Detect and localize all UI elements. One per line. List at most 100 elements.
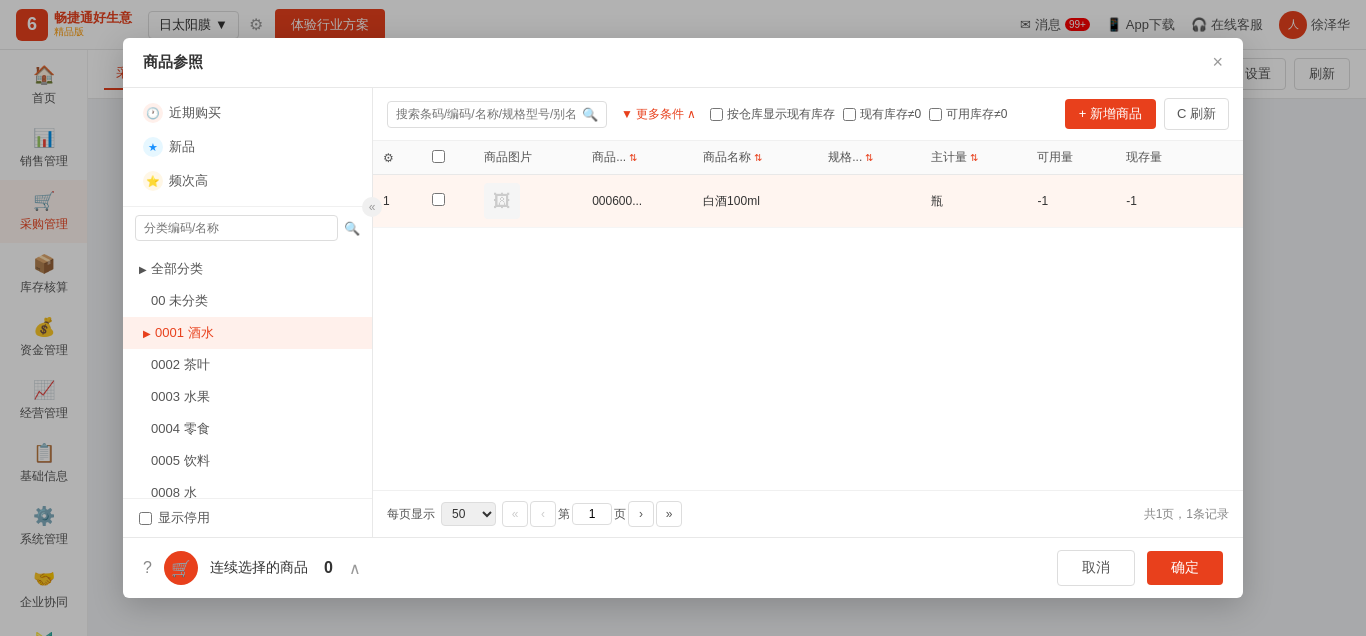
show-disabled-label: 显示停用 bbox=[158, 509, 210, 527]
category-tree: ▶ 全部分类 00 未分类 ▶ 0001 酒水 0002 茶叶 0003 水果 bbox=[123, 249, 372, 498]
th-code[interactable]: 商品... ⇅ bbox=[582, 141, 693, 175]
cart-count: 0 bbox=[324, 559, 333, 577]
th-unit[interactable]: 主计量 ⇅ bbox=[921, 141, 1027, 175]
th-unit-label: 主计量 bbox=[931, 149, 967, 166]
cart-icon: 🛒 bbox=[171, 559, 191, 578]
quick-item-freq[interactable]: ⭐ 频次高 bbox=[135, 164, 360, 198]
quick-access: 🕐 近期购买 ★ 新品 ⭐ 频次高 bbox=[123, 88, 372, 207]
checkbox-stock-ne0[interactable] bbox=[843, 108, 856, 121]
new-label: 新品 bbox=[169, 138, 195, 156]
tree-label-6: 0008 水 bbox=[151, 484, 197, 498]
tree-item-0[interactable]: 00 未分类 bbox=[123, 285, 372, 317]
checkbox-by-warehouse[interactable] bbox=[710, 108, 723, 121]
th-check bbox=[422, 141, 474, 175]
sort-icon-unit: ⇅ bbox=[970, 152, 978, 163]
page-label: 第 bbox=[558, 506, 570, 523]
search-icon[interactable]: 🔍 bbox=[582, 107, 598, 122]
tree-item-2[interactable]: 0002 茶叶 bbox=[123, 349, 372, 381]
tree-item-3[interactable]: 0003 水果 bbox=[123, 381, 372, 413]
product-reference-modal: 商品参照 × 🕐 近期购买 ★ 新品 ⭐ 频次高 bbox=[123, 38, 1243, 598]
table-head: ⚙ 商品图片 商品... ⇅ bbox=[373, 141, 1243, 175]
modal-overlay: 商品参照 × 🕐 近期购买 ★ 新品 ⭐ 频次高 bbox=[0, 0, 1366, 636]
cart-label: 连续选择的商品 bbox=[210, 559, 308, 577]
last-page-btn[interactable]: » bbox=[656, 501, 682, 527]
first-page-btn[interactable]: « bbox=[502, 501, 528, 527]
cart-button[interactable]: 🛒 bbox=[164, 551, 198, 585]
prev-page-btn[interactable]: ‹ bbox=[530, 501, 556, 527]
th-code-label: 商品... bbox=[592, 149, 626, 166]
left-panel: 🕐 近期购买 ★ 新品 ⭐ 频次高 « bbox=[123, 88, 373, 537]
th-stock-label: 现存量 bbox=[1126, 150, 1162, 164]
cell-stock: -1 bbox=[1116, 175, 1243, 228]
tree-item-1[interactable]: ▶ 0001 酒水 bbox=[123, 317, 372, 349]
product-table: ⚙ 商品图片 商品... ⇅ bbox=[373, 141, 1243, 228]
checkbox-stock-ne0-label[interactable]: 现有库存≠0 bbox=[843, 106, 921, 123]
table-row[interactable]: 1 🖼 000600... 白酒100ml 瓶 -1 -1 bbox=[373, 175, 1243, 228]
table-header-row: ⚙ 商品图片 商品... ⇅ bbox=[373, 141, 1243, 175]
sort-icon-name: ⇅ bbox=[754, 152, 762, 163]
filter-label: 更多条件 bbox=[636, 106, 684, 123]
tree-item-6[interactable]: 0008 水 bbox=[123, 477, 372, 498]
checkbox-avail-ne0[interactable] bbox=[929, 108, 942, 121]
recent-icon: 🕐 bbox=[143, 103, 163, 123]
select-all-checkbox[interactable] bbox=[432, 150, 445, 163]
th-name[interactable]: 商品名称 ⇅ bbox=[693, 141, 818, 175]
th-stock: 现存量 bbox=[1116, 141, 1243, 175]
tree-item-5[interactable]: 0005 饮料 bbox=[123, 445, 372, 477]
category-search-icon[interactable]: 🔍 bbox=[344, 221, 360, 236]
show-disabled-checkbox[interactable] bbox=[139, 512, 152, 525]
th-img: 商品图片 bbox=[474, 141, 582, 175]
tree-label-4: 0004 零食 bbox=[151, 420, 210, 438]
modal-title: 商品参照 bbox=[143, 53, 203, 72]
product-search-input[interactable] bbox=[396, 107, 578, 121]
checkbox-stock-ne0-text: 现有库存≠0 bbox=[860, 106, 921, 123]
confirm-btn[interactable]: 确定 bbox=[1147, 551, 1223, 585]
cell-code: 000600... bbox=[582, 175, 693, 228]
collapse-panel-button[interactable]: « bbox=[362, 197, 382, 217]
th-spec[interactable]: 规格... ⇅ bbox=[818, 141, 921, 175]
checkbox-by-warehouse-label[interactable]: 按仓库显示现有库存 bbox=[710, 106, 835, 123]
page-input[interactable] bbox=[572, 503, 612, 525]
tree-item-all[interactable]: ▶ 全部分类 bbox=[123, 253, 372, 285]
cell-name: 白酒100ml bbox=[693, 175, 818, 228]
modal-footer: ? 🛒 连续选择的商品 0 ∧ 取消 确定 bbox=[123, 537, 1243, 598]
per-page-label: 每页显示 bbox=[387, 506, 435, 523]
per-page-select[interactable]: 50 10 20 100 bbox=[441, 502, 496, 526]
pagination: 每页显示 50 10 20 100 « ‹ 第 页 › » bbox=[373, 490, 1243, 537]
modal-header: 商品参照 × bbox=[123, 38, 1243, 88]
recent-label: 近期购买 bbox=[169, 104, 221, 122]
cell-unit: 瓶 bbox=[921, 175, 1027, 228]
quick-item-recent[interactable]: 🕐 近期购买 bbox=[135, 96, 360, 130]
toolbar: 🔍 ▼ 更多条件 ∧ 按仓库显示现有库存 现有库存≠0 bbox=[373, 88, 1243, 141]
row-checkbox[interactable] bbox=[432, 193, 445, 206]
quick-item-new[interactable]: ★ 新品 bbox=[135, 130, 360, 164]
modal-close-button[interactable]: × bbox=[1212, 52, 1223, 73]
checkbox-avail-ne0-label[interactable]: 可用库存≠0 bbox=[929, 106, 1007, 123]
th-avail-label: 可用量 bbox=[1037, 150, 1073, 164]
tree-arrow-all: ▶ bbox=[139, 264, 147, 275]
tree-arrow-1: ▶ bbox=[143, 328, 151, 339]
th-spec-label: 规格... bbox=[828, 149, 862, 166]
refresh-table-btn[interactable]: C 刷新 bbox=[1164, 98, 1229, 130]
add-product-btn[interactable]: + 新增商品 bbox=[1065, 99, 1156, 129]
cancel-btn[interactable]: 取消 bbox=[1057, 550, 1135, 586]
th-settings[interactable]: ⚙ bbox=[373, 141, 422, 175]
help-icon[interactable]: ? bbox=[143, 559, 152, 577]
category-search-input[interactable] bbox=[135, 215, 338, 241]
right-panel: 🔍 ▼ 更多条件 ∧ 按仓库显示现有库存 现有库存≠0 bbox=[373, 88, 1243, 537]
modal-body: 🕐 近期购买 ★ 新品 ⭐ 频次高 « bbox=[123, 88, 1243, 537]
filter-btn[interactable]: ▼ 更多条件 ∧ bbox=[615, 102, 702, 127]
filter-icon: ▼ bbox=[621, 107, 633, 121]
cell-img: 🖼 bbox=[474, 175, 582, 228]
next-page-btn[interactable]: › bbox=[628, 501, 654, 527]
collapse-cart-icon[interactable]: ∧ bbox=[349, 559, 361, 578]
filter-caret: ∧ bbox=[687, 107, 696, 121]
tree-item-4[interactable]: 0004 零食 bbox=[123, 413, 372, 445]
tree-label-1: 0001 酒水 bbox=[155, 324, 214, 342]
product-thumbnail: 🖼 bbox=[484, 183, 520, 219]
product-search-box: 🔍 bbox=[387, 101, 607, 128]
sort-icon-code: ⇅ bbox=[629, 152, 637, 163]
cell-check bbox=[422, 175, 474, 228]
page-nav: « ‹ 第 页 › » bbox=[502, 501, 682, 527]
tree-label-0: 00 未分类 bbox=[151, 292, 208, 310]
